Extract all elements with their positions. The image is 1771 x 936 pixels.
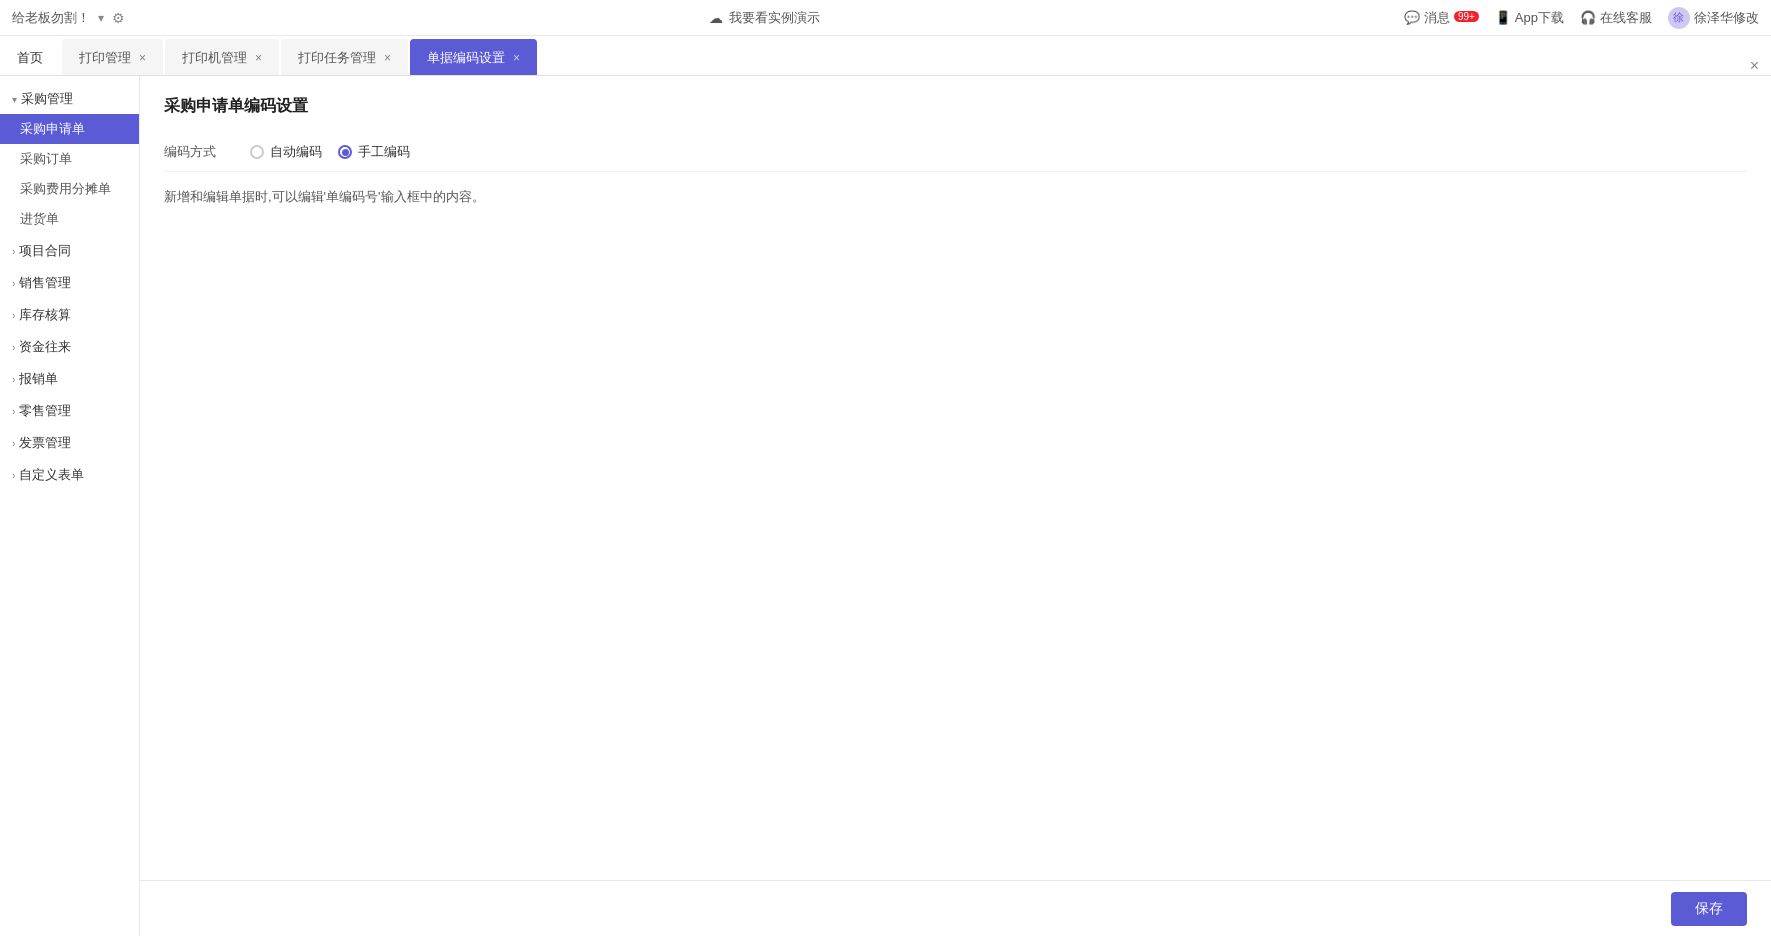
inventory-group-arrow: › bbox=[12, 310, 15, 321]
manual-coding-label: 手工编码 bbox=[358, 143, 410, 161]
app-download-button[interactable]: 📱 App下载 bbox=[1495, 9, 1564, 27]
reimbursement-group-arrow: › bbox=[12, 374, 15, 385]
purchase-group-label: 采购管理 bbox=[21, 90, 73, 108]
app-download-icon: 📱 bbox=[1495, 10, 1511, 25]
project-group-label: 项目合同 bbox=[19, 242, 71, 260]
sidebar-group-fund: › 资金往来 bbox=[0, 332, 139, 362]
coding-method-row: 编码方式 自动编码 手工编码 bbox=[164, 133, 1747, 172]
tab-print-manage-close[interactable]: × bbox=[139, 51, 146, 65]
sidebar-group-invoice: › 发票管理 bbox=[0, 428, 139, 458]
sidebar-item-stock-in[interactable]: 进货单 bbox=[0, 204, 139, 234]
tab-print-manage[interactable]: 打印管理 × bbox=[62, 39, 163, 75]
sidebar-group-project-title[interactable]: › 项目合同 bbox=[0, 236, 139, 266]
sidebar-group-project: › 项目合同 bbox=[0, 236, 139, 266]
tab-doc-code-settings-close[interactable]: × bbox=[513, 51, 520, 65]
tab-printer-manage-close[interactable]: × bbox=[255, 51, 262, 65]
purchase-group-arrow: ▾ bbox=[12, 94, 17, 105]
tab-print-task-manage-close[interactable]: × bbox=[384, 51, 391, 65]
tab-printer-manage-label: 打印机管理 bbox=[182, 49, 247, 67]
manual-coding-radio[interactable] bbox=[338, 145, 352, 159]
manual-coding-option[interactable]: 手工编码 bbox=[338, 143, 410, 161]
reimbursement-group-label: 报销单 bbox=[19, 370, 58, 388]
tab-home[interactable]: 首页 bbox=[0, 39, 60, 75]
auto-coding-radio[interactable] bbox=[250, 145, 264, 159]
sidebar-group-invoice-title[interactable]: › 发票管理 bbox=[0, 428, 139, 458]
online-service-button[interactable]: 🎧 在线客服 bbox=[1580, 9, 1652, 27]
retail-group-arrow: › bbox=[12, 406, 15, 417]
message-badge: 99+ bbox=[1454, 11, 1479, 22]
user-name: 徐泽华修改 bbox=[1694, 9, 1759, 27]
coding-method-label: 编码方式 bbox=[164, 143, 234, 161]
sidebar-group-retail-title[interactable]: › 零售管理 bbox=[0, 396, 139, 426]
invoice-group-label: 发票管理 bbox=[19, 434, 71, 452]
tab-printer-manage[interactable]: 打印机管理 × bbox=[165, 39, 279, 75]
settings-icon[interactable]: ⚙ bbox=[112, 10, 125, 26]
main-layout: ▾ 采购管理 采购申请单 采购订单 采购费用分摊单 进货单 › 项目合同 bbox=[0, 76, 1771, 936]
sidebar-item-purchase-expense[interactable]: 采购费用分摊单 bbox=[0, 174, 139, 204]
top-bar: 给老板勿割！ ▾ ⚙ ☁ 我要看实例演示 💬 消息 99+ 📱 App下载 🎧 … bbox=[0, 0, 1771, 36]
sales-group-arrow: › bbox=[12, 278, 15, 289]
sales-group-label: 销售管理 bbox=[19, 274, 71, 292]
tab-home-label: 首页 bbox=[17, 49, 43, 67]
headset-icon: 🎧 bbox=[1580, 10, 1596, 25]
page-title: 采购申请单编码设置 bbox=[164, 96, 1747, 117]
tab-print-task-manage[interactable]: 打印任务管理 × bbox=[281, 39, 408, 75]
tab-print-manage-label: 打印管理 bbox=[79, 49, 131, 67]
sidebar-group-custom-form-title[interactable]: › 自定义表单 bbox=[0, 460, 139, 490]
avatar-icon: 徐 bbox=[1668, 7, 1690, 29]
tabs-close-icon[interactable]: × bbox=[1750, 57, 1759, 75]
inventory-group-label: 库存核算 bbox=[19, 306, 71, 324]
top-bar-brand: 给老板勿割！ bbox=[12, 9, 90, 27]
auto-coding-label: 自动编码 bbox=[270, 143, 322, 161]
online-service-label: 在线客服 bbox=[1600, 9, 1652, 27]
fund-group-arrow: › bbox=[12, 342, 15, 353]
sidebar-item-purchase-order[interactable]: 采购订单 bbox=[0, 144, 139, 174]
app-download-label: App下载 bbox=[1515, 9, 1564, 27]
sidebar-group-reimbursement-title[interactable]: › 报销单 bbox=[0, 364, 139, 394]
retail-group-label: 零售管理 bbox=[19, 402, 71, 420]
tab-doc-code-settings-label: 单据编码设置 bbox=[427, 49, 505, 67]
message-icon: 💬 bbox=[1404, 10, 1420, 25]
top-bar-left: 给老板勿割！ ▾ ⚙ bbox=[12, 9, 125, 27]
top-bar-center[interactable]: ☁ 我要看实例演示 bbox=[709, 9, 820, 27]
content-area: 采购申请单编码设置 编码方式 自动编码 手工编码 新增和编辑单据时,可以编辑'单… bbox=[140, 76, 1771, 936]
sidebar-group-fund-title[interactable]: › 资金往来 bbox=[0, 332, 139, 362]
sidebar-group-retail: › 零售管理 bbox=[0, 396, 139, 426]
auto-coding-option[interactable]: 自动编码 bbox=[250, 143, 322, 161]
sidebar-group-sales: › 销售管理 bbox=[0, 268, 139, 298]
top-bar-right: 💬 消息 99+ 📱 App下载 🎧 在线客服 徐 徐泽华修改 bbox=[1404, 7, 1759, 29]
dropdown-arrow-icon[interactable]: ▾ bbox=[98, 11, 104, 25]
custom-form-group-label: 自定义表单 bbox=[19, 466, 84, 484]
sidebar-group-reimbursement: › 报销单 bbox=[0, 364, 139, 394]
sidebar-group-purchase-title[interactable]: ▾ 采购管理 bbox=[0, 84, 139, 114]
center-demo-text: 我要看实例演示 bbox=[729, 9, 820, 27]
sidebar: ▾ 采购管理 采购申请单 采购订单 采购费用分摊单 进货单 › 项目合同 bbox=[0, 76, 140, 936]
invoice-group-arrow: › bbox=[12, 438, 15, 449]
tab-doc-code-settings[interactable]: 单据编码设置 × bbox=[410, 39, 537, 75]
hint-text: 新增和编辑单据时,可以编辑'单编码号'输入框中的内容。 bbox=[164, 188, 1747, 206]
user-profile[interactable]: 徐 徐泽华修改 bbox=[1668, 7, 1759, 29]
content-bottom-bar: 保存 bbox=[140, 880, 1771, 936]
sidebar-item-purchase-request[interactable]: 采购申请单 bbox=[0, 114, 139, 144]
sidebar-group-sales-title[interactable]: › 销售管理 bbox=[0, 268, 139, 298]
project-group-arrow: › bbox=[12, 246, 15, 257]
cloud-icon: ☁ bbox=[709, 10, 723, 26]
content-main: 采购申请单编码设置 编码方式 自动编码 手工编码 新增和编辑单据时,可以编辑'单… bbox=[140, 76, 1771, 880]
sidebar-group-purchase: ▾ 采购管理 采购申请单 采购订单 采购费用分摊单 进货单 bbox=[0, 84, 139, 234]
fund-group-label: 资金往来 bbox=[19, 338, 71, 356]
tabs-bar: 首页 打印管理 × 打印机管理 × 打印任务管理 × 单据编码设置 × × bbox=[0, 36, 1771, 76]
sidebar-group-inventory-title[interactable]: › 库存核算 bbox=[0, 300, 139, 330]
tab-print-task-manage-label: 打印任务管理 bbox=[298, 49, 376, 67]
save-button[interactable]: 保存 bbox=[1671, 892, 1747, 926]
message-label: 消息 bbox=[1424, 9, 1450, 27]
custom-form-group-arrow: › bbox=[12, 470, 15, 481]
sidebar-group-inventory: › 库存核算 bbox=[0, 300, 139, 330]
message-button[interactable]: 💬 消息 99+ bbox=[1404, 9, 1479, 27]
sidebar-group-custom-form: › 自定义表单 bbox=[0, 460, 139, 490]
